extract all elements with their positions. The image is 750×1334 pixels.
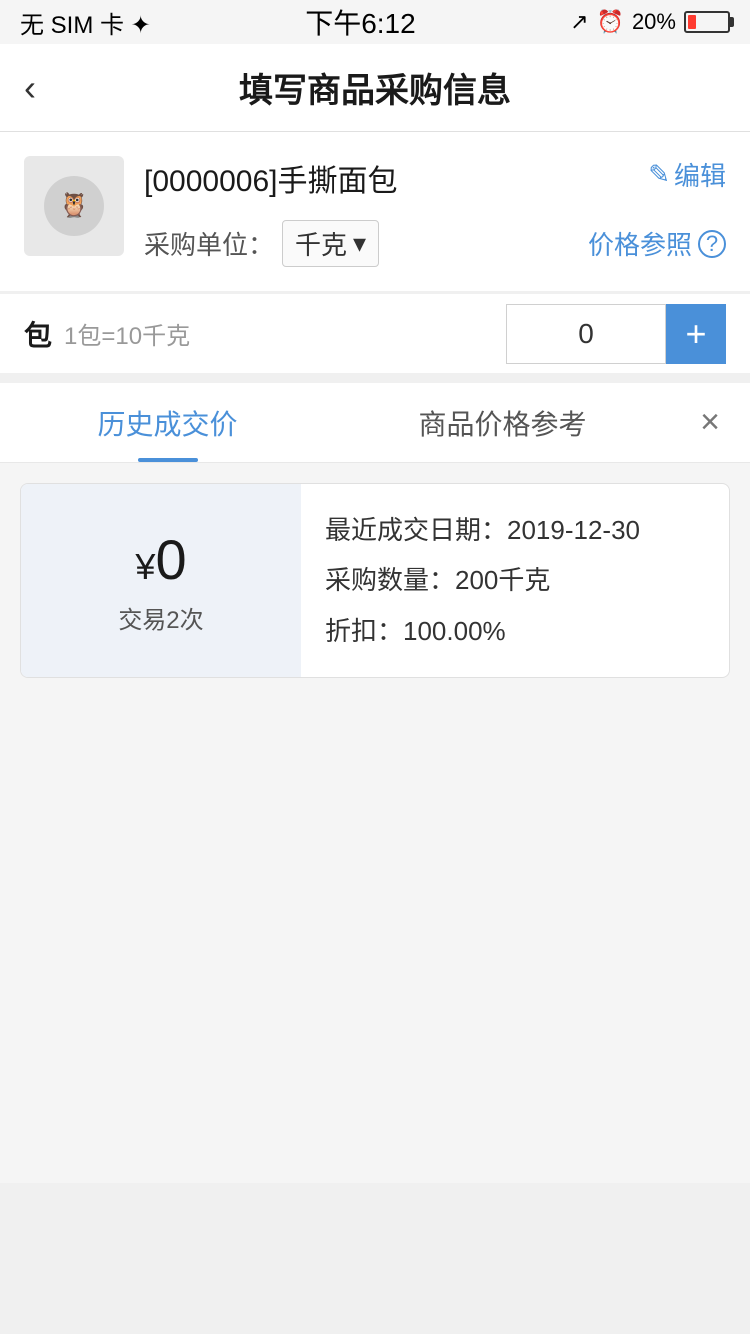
location-icon: ↗ xyxy=(570,9,588,35)
edit-button[interactable]: ✎ 编辑 xyxy=(648,156,726,193)
pack-hint: 1包=10千克 xyxy=(64,316,190,351)
edit-label: 编辑 xyxy=(674,156,726,193)
price-ref-button[interactable]: 价格参照 ? xyxy=(588,225,726,262)
product-name: [0000006]手撕面包 xyxy=(144,156,397,200)
battery-icon xyxy=(684,11,730,33)
back-button[interactable]: ‹ xyxy=(24,67,36,109)
unit-label: 采购单位： xyxy=(144,225,274,262)
purchase-qty-value: 200千克 xyxy=(455,565,550,595)
pack-label: 包 xyxy=(24,314,52,354)
discount-label: 折扣： xyxy=(325,616,403,646)
status-left: 无 SIM 卡 ✦ xyxy=(20,5,151,40)
tab-history-price[interactable]: 历史成交价 xyxy=(0,383,335,462)
status-right: ↗ ⏰ 20% xyxy=(570,9,730,35)
unit-value: 千克 xyxy=(295,225,347,262)
purchase-qty-row: 采购数量：200千克 xyxy=(325,562,705,598)
svg-text:🦉: 🦉 xyxy=(59,192,89,219)
transaction-count: 交易2次 xyxy=(118,600,203,635)
product-card: 🦉 [0000006]手撕面包 ✎ 编辑 采购单位： 千克 ▾ 价格参照 ? xyxy=(0,132,750,291)
price-card: ¥0 交易2次 最近成交日期：2019-12-30 采购数量：200千克 折扣：… xyxy=(20,483,730,678)
status-bar: 无 SIM 卡 ✦ 下午6:12 ↗ ⏰ 20% xyxy=(0,0,750,44)
sim-label: 无 SIM 卡 ✦ xyxy=(20,5,151,40)
tab-close-button[interactable]: × xyxy=(670,383,750,462)
qty-plus-button[interactable]: + xyxy=(666,304,726,364)
page-title: 填写商品采购信息 xyxy=(239,63,511,112)
discount-value: 100.00% xyxy=(403,616,506,646)
price-value: 0 xyxy=(155,528,186,591)
price-amount: ¥0 xyxy=(135,527,186,592)
recent-date-row: 最近成交日期：2019-12-30 xyxy=(325,512,705,548)
battery-fill xyxy=(688,15,696,29)
qty-control: + xyxy=(506,304,726,364)
price-left: ¥0 交易2次 xyxy=(21,484,301,677)
price-right: 最近成交日期：2019-12-30 采购数量：200千克 折扣：100.00% xyxy=(301,484,729,677)
product-logo: 🦉 xyxy=(39,171,109,241)
product-header: [0000006]手撕面包 ✎ 编辑 xyxy=(144,156,726,200)
status-time: 下午6:12 xyxy=(305,2,416,42)
purchase-qty-label: 采购数量： xyxy=(325,565,455,595)
divider xyxy=(0,373,750,383)
price-ref-label: 价格参照 xyxy=(588,225,692,262)
tab-product-price-ref-label: 商品价格参考 xyxy=(418,403,586,443)
tab-underline xyxy=(138,458,198,462)
tab-history-price-label: 历史成交价 xyxy=(97,403,237,443)
quantity-input[interactable] xyxy=(506,304,666,364)
edit-icon: ✎ xyxy=(648,159,670,190)
unit-select[interactable]: 千克 ▾ xyxy=(282,220,379,267)
nav-bar: ‹ 填写商品采购信息 xyxy=(0,44,750,132)
unit-row: 采购单位： 千克 ▾ 价格参照 ? xyxy=(144,220,726,267)
quantity-row: 包 1包=10千克 + xyxy=(0,293,750,373)
unit-dropdown-icon: ▾ xyxy=(353,228,366,259)
price-ref-help-icon: ? xyxy=(698,230,726,258)
currency-symbol: ¥ xyxy=(135,546,155,587)
discount-row: 折扣：100.00% xyxy=(325,613,705,649)
product-info: [0000006]手撕面包 ✎ 编辑 采购单位： 千克 ▾ 价格参照 ? xyxy=(144,156,726,267)
recent-date-label: 最近成交日期： xyxy=(325,515,507,545)
alarm-icon: ⏰ xyxy=(597,9,624,35)
tab-bar: 历史成交价 商品价格参考 × xyxy=(0,383,750,463)
recent-date-value: 2019-12-30 xyxy=(507,515,640,545)
tab-product-price-ref[interactable]: 商品价格参考 xyxy=(335,383,670,462)
page-content: 历史成交价 商品价格参考 × ¥0 交易2次 最近成交日期：2019-12-30… xyxy=(0,383,750,1183)
battery-percent: 20% xyxy=(632,9,676,35)
product-thumbnail: 🦉 xyxy=(24,156,124,256)
